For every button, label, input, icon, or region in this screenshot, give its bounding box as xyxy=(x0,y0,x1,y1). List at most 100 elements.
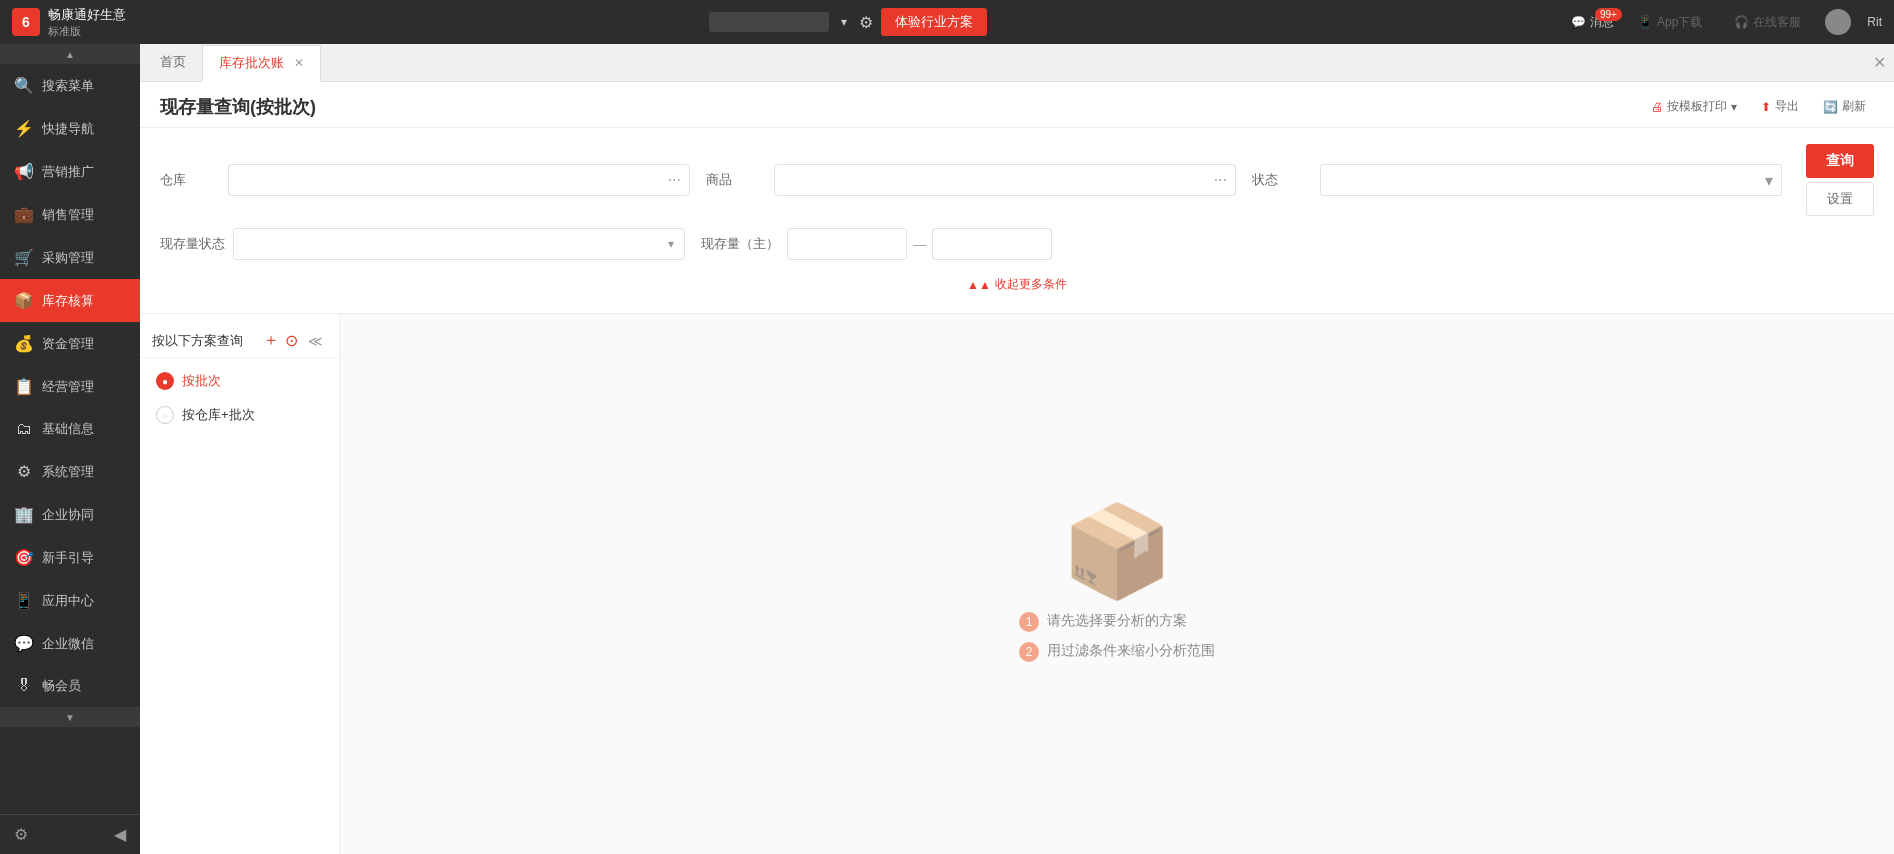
sidebar-scroll-up[interactable]: ▲ xyxy=(0,44,140,64)
sidebar-item-basic[interactable]: 🗂 基础信息 xyxy=(0,408,140,450)
status-input[interactable] xyxy=(1321,168,1757,193)
product-label: 商品 xyxy=(706,171,766,189)
step-1-num: 1 xyxy=(1019,612,1039,632)
sidebar-item-finance[interactable]: 💰 资金管理 xyxy=(0,322,140,365)
breadcrumb-input[interactable] xyxy=(709,12,829,32)
avatar[interactable] xyxy=(1825,9,1851,35)
sidebar-item-purchase[interactable]: 🛒 采购管理 xyxy=(0,236,140,279)
stock-qty-label: 现存量（主） xyxy=(701,235,779,253)
collapse-more-btn[interactable]: ▲▲ 收起更多条件 xyxy=(955,272,1079,297)
wechat-icon: 💬 xyxy=(14,634,34,653)
scheme-panel: 按以下方案查询 ＋ ⊙ ≪ ● 按批次 ○ xyxy=(140,314,340,854)
export-icon: ⬆ xyxy=(1761,100,1771,114)
sidebar-item-newbie[interactable]: 🎯 新手引导 xyxy=(0,536,140,579)
message-icon: 💬 xyxy=(1571,15,1586,29)
sidebar: ▲ 🔍 搜索菜单 ⚡ 快捷导航 📢 营销推广 💼 销售管理 🛒 采购管理 📦 库… xyxy=(0,44,140,854)
content-area: 首页 库存批次账 ✕ ✕ 现存量查询(按批次) 🖨 按模板打印 ▾ xyxy=(140,44,1894,854)
page-content: 现存量查询(按批次) 🖨 按模板打印 ▾ ⬆ 导出 🔄 刷新 xyxy=(140,82,1894,854)
sidebar-item-sales[interactable]: 💼 销售管理 xyxy=(0,193,140,236)
sidebar-item-wechat[interactable]: 💬 企业微信 xyxy=(0,622,140,665)
stock-qty-min[interactable] xyxy=(787,228,907,260)
top-header: 6 畅康通好生意 标准版 ▾ ⚙ 体验行业方案 💬 消息 99+ 📱 App下载… xyxy=(0,0,1894,44)
app-download-btn[interactable]: 📱 App下载 xyxy=(1630,10,1710,35)
content-body: 按以下方案查询 ＋ ⊙ ≪ ● 按批次 ○ xyxy=(140,314,1894,854)
message-badge: 99+ xyxy=(1595,8,1622,21)
sidebar-item-label: 库存核算 xyxy=(42,292,94,310)
stock-qty-max[interactable] xyxy=(932,228,1052,260)
add-scheme-btn[interactable]: ＋ xyxy=(263,330,279,351)
purchase-icon: 🛒 xyxy=(14,248,34,267)
sidebar-collapse-btn[interactable]: ◀ xyxy=(114,825,126,844)
sidebar-item-label: 应用中心 xyxy=(42,592,94,610)
page-title: 现存量查询(按批次) xyxy=(160,95,316,119)
sidebar-item-marketing[interactable]: 📢 营销推广 xyxy=(0,150,140,193)
collapse-row: ▲▲ 收起更多条件 xyxy=(160,272,1874,297)
header-settings-btn[interactable]: ⚙ xyxy=(859,13,873,32)
product-input[interactable] xyxy=(775,168,1206,193)
stock-qty-range: — xyxy=(787,228,1052,260)
sidebar-item-search[interactable]: 🔍 搜索菜单 xyxy=(0,64,140,107)
header-center: ▾ ⚙ 体验行业方案 xyxy=(709,8,987,36)
sidebar-item-shortcut[interactable]: ⚡ 快捷导航 xyxy=(0,107,140,150)
filter-row-2: 现存量状态 ▾ 现存量（主） — xyxy=(160,228,1874,260)
online-service-btn[interactable]: 🎧 在线客服 xyxy=(1726,10,1809,35)
empty-step-1: 1 请先选择要分析的方案 xyxy=(1019,612,1187,632)
scheme-item-warehouse-batch[interactable]: ○ 按仓库+批次 xyxy=(140,398,339,432)
trial-btn[interactable]: 体验行业方案 xyxy=(881,8,987,36)
product-input-wrap: ··· xyxy=(774,164,1236,196)
newbie-icon: 🎯 xyxy=(14,548,34,567)
scheme-panel-collapse-btn[interactable]: ≪ xyxy=(304,330,327,351)
page-header: 现存量查询(按批次) 🖨 按模板打印 ▾ ⬆ 导出 🔄 刷新 xyxy=(140,82,1894,128)
warehouse-more-btn[interactable]: ··· xyxy=(660,167,689,193)
range-dash: — xyxy=(913,237,926,252)
sidebar-item-operations[interactable]: 📋 经营管理 xyxy=(0,365,140,408)
refresh-btn[interactable]: 🔄 刷新 xyxy=(1815,94,1874,119)
sidebar-item-apps[interactable]: 📱 应用中心 xyxy=(0,579,140,622)
status-chevron-btn[interactable]: ▾ xyxy=(1757,167,1781,194)
sidebar-scroll-down[interactable]: ▼ xyxy=(0,707,140,727)
filter-panel: 仓库 ··· 商品 ··· xyxy=(140,128,1894,314)
page-header-actions: 🖨 按模板打印 ▾ ⬆ 导出 🔄 刷新 xyxy=(1643,94,1874,119)
sidebar-bottom: ⚙ ◀ xyxy=(0,814,140,854)
tab-close-btn[interactable]: ✕ xyxy=(294,56,304,70)
chevron-down-icon: ▾ xyxy=(668,237,674,251)
print-icon: 🖨 xyxy=(1651,100,1663,114)
sidebar-item-label: 畅会员 xyxy=(42,677,81,695)
stock-status-select[interactable]: ▾ xyxy=(233,228,685,260)
settings-btn[interactable]: 设置 xyxy=(1806,182,1874,216)
tab-inventory-batch[interactable]: 库存批次账 ✕ xyxy=(202,45,321,82)
scheme-item-batch[interactable]: ● 按批次 xyxy=(140,364,339,398)
query-btn[interactable]: 查询 xyxy=(1806,144,1874,178)
apps-icon: 📱 xyxy=(14,591,34,610)
warehouse-input[interactable] xyxy=(229,168,660,193)
main-layout: ▲ 🔍 搜索菜单 ⚡ 快捷导航 📢 营销推广 💼 销售管理 🛒 采购管理 📦 库… xyxy=(0,44,1894,854)
refresh-icon: 🔄 xyxy=(1823,100,1838,114)
enterprise-icon: 🏢 xyxy=(14,505,34,524)
scheme-settings-btn[interactable]: ⊙ xyxy=(285,330,298,351)
sidebar-settings-btn[interactable]: ⚙ xyxy=(14,825,28,844)
product-more-btn[interactable]: ··· xyxy=(1206,167,1235,193)
collapse-arrow-icon: ▲▲ xyxy=(967,278,991,292)
sidebar-item-label: 搜索菜单 xyxy=(42,77,94,95)
sidebar-item-label: 企业微信 xyxy=(42,635,94,653)
scheme-dot: ○ xyxy=(156,406,174,424)
sidebar-item-enterprise[interactable]: 🏢 企业协同 xyxy=(0,493,140,536)
stock-status-label: 现存量状态 xyxy=(160,235,225,253)
header-right: 💬 消息 99+ 📱 App下载 🎧 在线客服 Rit xyxy=(1571,9,1882,35)
finance-icon: 💰 xyxy=(14,334,34,353)
scheme-active-dot: ● xyxy=(156,372,174,390)
sidebar-item-vip[interactable]: 🎖 畅会员 xyxy=(0,665,140,707)
print-template-btn[interactable]: 🖨 按模板打印 ▾ xyxy=(1643,94,1745,119)
tab-bar-close-btn[interactable]: ✕ xyxy=(1873,53,1886,72)
dropdown-btn[interactable]: ▾ xyxy=(837,13,851,31)
warehouse-label: 仓库 xyxy=(160,171,220,189)
user-name: Rit xyxy=(1867,15,1882,29)
message-btn[interactable]: 💬 消息 99+ xyxy=(1571,14,1614,31)
vip-icon: 🎖 xyxy=(14,677,34,695)
basic-icon: 🗂 xyxy=(14,420,34,438)
export-btn[interactable]: ⬆ 导出 xyxy=(1753,94,1807,119)
sidebar-item-label: 基础信息 xyxy=(42,420,94,438)
tab-home[interactable]: 首页 xyxy=(140,44,202,81)
sidebar-item-system[interactable]: ⚙ 系统管理 xyxy=(0,450,140,493)
sidebar-item-inventory[interactable]: 📦 库存核算 xyxy=(0,279,140,322)
